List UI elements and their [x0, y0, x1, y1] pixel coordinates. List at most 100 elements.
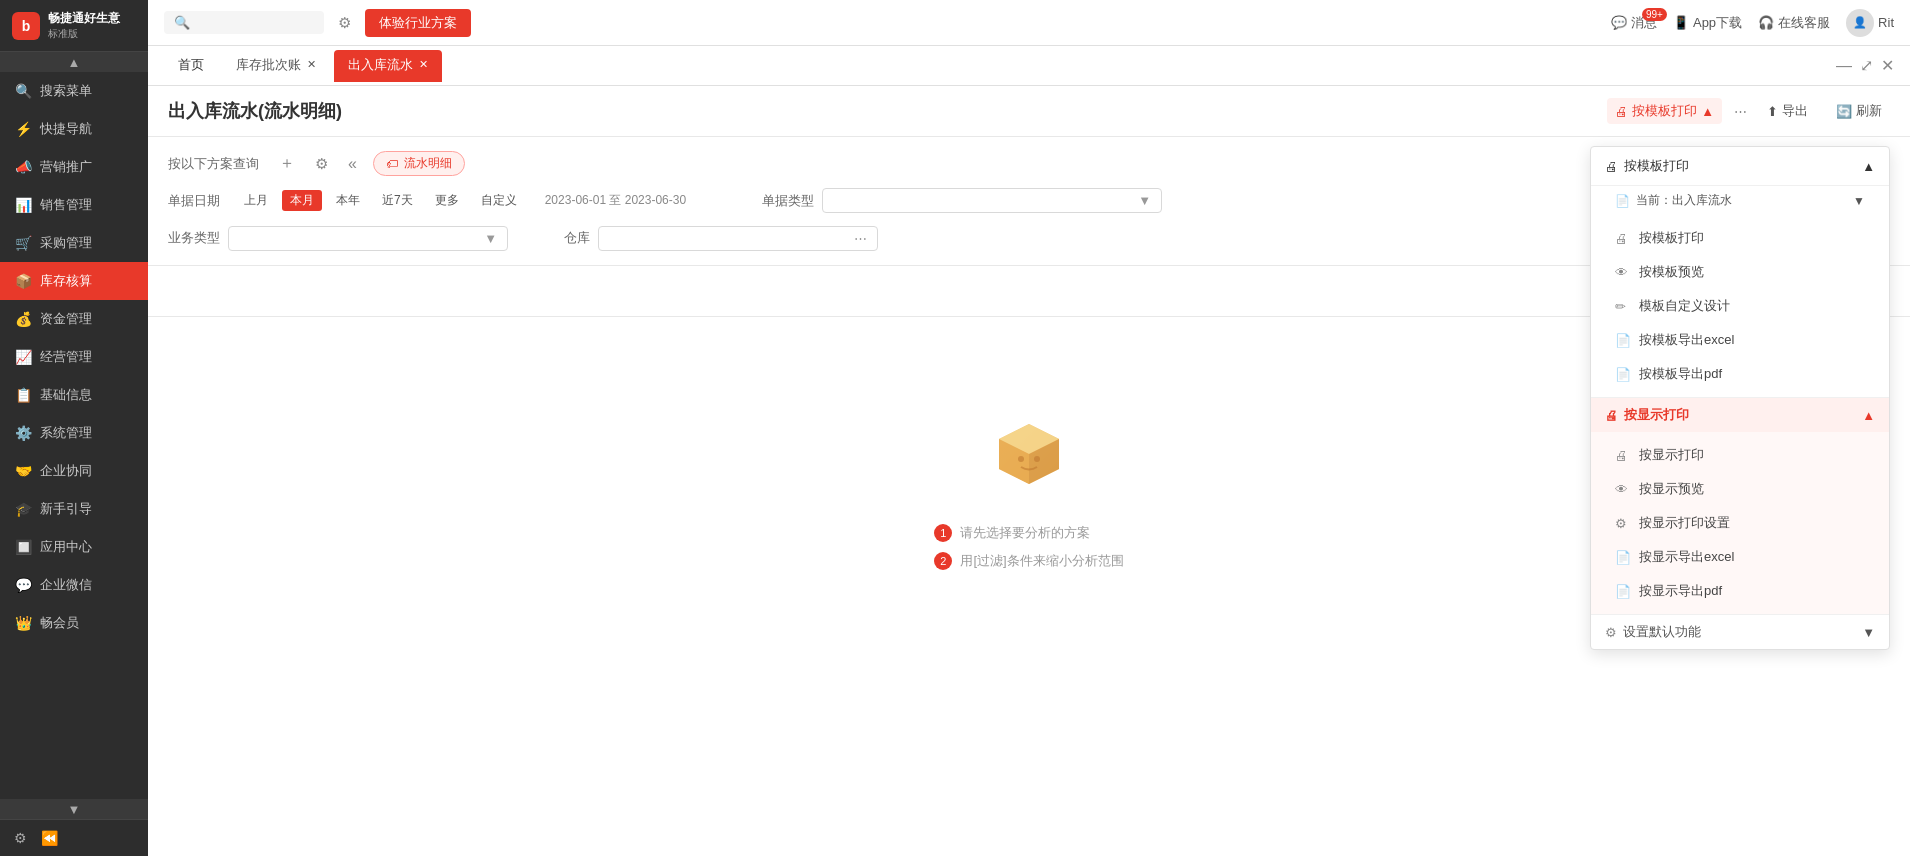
sidebar-item-system[interactable]: ⚙️ 系统管理 [0, 414, 148, 452]
warehouse-select[interactable]: ⋯ [598, 226, 878, 251]
tab-batch[interactable]: 库存批次账 ✕ [222, 50, 330, 82]
dp-display-excel[interactable]: 📄 按显示导出excel [1591, 540, 1889, 574]
industry-btn[interactable]: 体验行业方案 [365, 9, 471, 37]
maximize-icon[interactable]: ⤢ [1860, 56, 1873, 75]
sidebar-item-operation[interactable]: 📈 经营管理 [0, 338, 148, 376]
svg-point-4 [1018, 456, 1024, 462]
app-download-label: App下载 [1693, 14, 1742, 32]
sidebar-item-label: 快捷导航 [40, 120, 92, 138]
hint-item-2: 2 用[过滤]条件来缩小分析范围 [934, 552, 1123, 570]
sidebar-item-base[interactable]: 📋 基础信息 [0, 376, 148, 414]
sidebar-item-sales[interactable]: 📊 销售管理 [0, 186, 148, 224]
close-window-icon[interactable]: ✕ [1881, 56, 1894, 75]
biz-type-filter: 业务类型 ▼ [168, 226, 508, 251]
topbar-search-box[interactable]: 🔍 [164, 11, 324, 34]
collapse-icon[interactable]: ⏪ [41, 830, 58, 846]
tab-home[interactable]: 首页 [164, 50, 218, 82]
dp-display-print[interactable]: 🖨 按显示打印 [1591, 438, 1889, 472]
message-btn[interactable]: 💬 消息 99+ [1611, 14, 1657, 32]
doc-type-select[interactable]: ▼ [822, 188, 1162, 213]
tab-flow-close-icon[interactable]: ✕ [419, 58, 428, 71]
date-7days[interactable]: 近7天 [374, 190, 421, 211]
dropdown-panel: 🖨 按模板打印 ▲ 📄 当前：出入库流水 ▼ 🖨 按模板打印 [1590, 146, 1890, 650]
page-actions: 🖨 按模板打印 ▲ ⋯ ⬆ 导出 🔄 刷新 [1607, 98, 1890, 136]
wechat-icon: 💬 [14, 577, 32, 593]
sidebar-scroll-down[interactable]: ▼ [0, 799, 148, 819]
export-btn[interactable]: ⬆ 导出 [1759, 98, 1816, 124]
sidebar-item-wechat[interactable]: 💬 企业微信 [0, 566, 148, 604]
date-prev-month[interactable]: 上月 [236, 190, 276, 211]
dp-header[interactable]: 🖨 按模板打印 ▲ [1591, 147, 1889, 186]
settings-icon[interactable]: ⚙ [14, 830, 27, 846]
eye-icon: 👁 [1615, 265, 1631, 280]
tab-batch-close-icon[interactable]: ✕ [307, 58, 316, 71]
hint-text-2: 用[过滤]条件来缩小分析范围 [960, 552, 1123, 570]
add-filter-icon[interactable]: ＋ [279, 153, 295, 174]
app-version: 标准版 [48, 27, 120, 40]
filter-tag-shuimingxi[interactable]: 🏷 流水明细 [373, 151, 465, 176]
page-content: 出入库流水(流水明细) 🖨 按模板打印 ▲ ⋯ ⬆ 导出 🔄 刷新 [148, 86, 1910, 856]
sidebar-item-guide[interactable]: 🎓 新手引导 [0, 490, 148, 528]
sidebar-item-finance[interactable]: 💰 资金管理 [0, 300, 148, 338]
sidebar-item-search[interactable]: 🔍 搜索菜单 [0, 72, 148, 110]
tab-flow[interactable]: 出入库流水 ✕ [334, 50, 442, 82]
appcenter-icon: 🔲 [14, 539, 32, 555]
dp-template-print[interactable]: 🖨 按模板打印 [1591, 221, 1889, 255]
phone-icon: 📱 [1673, 15, 1689, 30]
dp-display-preview[interactable]: 👁 按显示预览 [1591, 472, 1889, 506]
dp-current[interactable]: 📄 当前：出入库流水 ▼ [1591, 186, 1889, 215]
coop-icon: 🤝 [14, 463, 32, 479]
edit-icon: ✏ [1615, 299, 1631, 314]
sidebar-item-quicknav[interactable]: ⚡ 快捷导航 [0, 110, 148, 148]
date-current-month[interactable]: 本月 [282, 190, 322, 211]
sidebar-item-label: 采购管理 [40, 234, 92, 252]
sidebar-item-label: 营销推广 [40, 158, 92, 176]
hint-num-1: 1 [934, 524, 952, 542]
filter-collapse-icon[interactable]: « [348, 155, 357, 173]
refresh-label: 刷新 [1856, 102, 1882, 120]
dp-template-excel[interactable]: 📄 按模板导出excel [1591, 323, 1889, 357]
dp-display-pdf[interactable]: 📄 按显示导出pdf [1591, 574, 1889, 608]
biz-type-select[interactable]: ▼ [228, 226, 508, 251]
dp-template-preview[interactable]: 👁 按模板预览 [1591, 255, 1889, 289]
online-service-btn[interactable]: 🎧 在线客服 [1758, 14, 1830, 32]
dp-template-pdf[interactable]: 📄 按模板导出pdf [1591, 357, 1889, 391]
dp-title: 🖨 按模板打印 [1605, 157, 1689, 175]
refresh-btn[interactable]: 🔄 刷新 [1828, 98, 1890, 124]
gear-icon: ⚙ [1615, 516, 1631, 531]
search-input[interactable] [194, 16, 304, 30]
dp-footer[interactable]: ⚙ 设置默认功能 ▼ [1591, 615, 1889, 649]
dp-footer-label: 设置默认功能 [1623, 623, 1701, 641]
template-print-btn[interactable]: 🖨 按模板打印 ▲ [1607, 98, 1722, 124]
filter-gear-icon[interactable]: ⚙ [315, 155, 328, 173]
more-icon[interactable]: ⋯ [1734, 104, 1747, 119]
app-download-btn[interactable]: 📱 App下载 [1673, 14, 1742, 32]
date-more[interactable]: 更多 [427, 190, 467, 211]
sidebar-item-coop[interactable]: 🤝 企业协同 [0, 452, 148, 490]
dp-display-settings-label: 按显示打印设置 [1639, 514, 1730, 532]
sidebar-item-member[interactable]: 👑 畅会员 [0, 604, 148, 642]
dp-display-settings[interactable]: ⚙ 按显示打印设置 [1591, 506, 1889, 540]
filter-tag-icon: 🏷 [386, 157, 398, 171]
sidebar-item-purchase[interactable]: 🛒 采购管理 [0, 224, 148, 262]
gear-icon[interactable]: ⚙ [338, 14, 351, 32]
sidebar-item-marketing[interactable]: 📣 营销推广 [0, 148, 148, 186]
date-custom[interactable]: 自定义 [473, 190, 525, 211]
date-label: 单据日期 [168, 192, 220, 210]
minimize-icon[interactable]: — [1836, 57, 1852, 75]
export-icon: ⬆ [1767, 104, 1778, 119]
biz-type-label: 业务类型 [168, 229, 220, 247]
refresh-icon: 🔄 [1836, 104, 1852, 119]
sidebar-item-inventory[interactable]: 📦 库存核算 [0, 262, 148, 300]
finance-icon: 💰 [14, 311, 32, 327]
dp-display-print-label: 按显示打印 [1639, 446, 1704, 464]
dp-display-section-header[interactable]: 🖨 按显示打印 ▲ [1591, 398, 1889, 432]
date-year[interactable]: 本年 [328, 190, 368, 211]
sidebar-item-appcenter[interactable]: 🔲 应用中心 [0, 528, 148, 566]
sidebar-item-label: 销售管理 [40, 196, 92, 214]
dp-template-custom[interactable]: ✏ 模板自定义设计 [1591, 289, 1889, 323]
dp-template-preview-label: 按模板预览 [1639, 263, 1704, 281]
pdf-icon: 📄 [1615, 367, 1631, 382]
sidebar-scroll-up[interactable]: ▲ [0, 52, 148, 72]
user-avatar-btn[interactable]: 👤 Rit [1846, 9, 1894, 37]
